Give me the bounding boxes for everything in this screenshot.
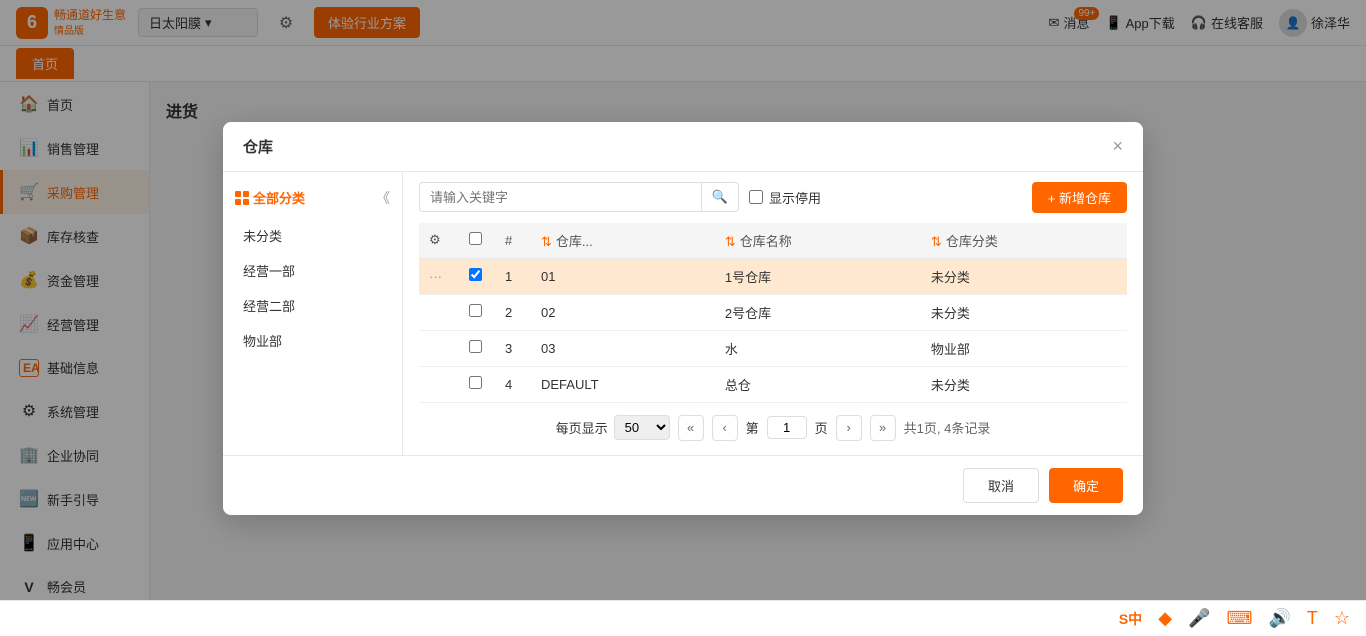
sougou-icon[interactable]: S中 [1119,609,1142,629]
search-input[interactable] [420,184,701,211]
table-header: ⚙ # ⇅仓库... ⇅仓库名称 ⇅仓库分类 [419,223,1127,259]
page-next-button[interactable]: › [836,415,862,441]
modal-body: 全部分类 《 未分类 经营一部 经营二部 物业部 🔍 [223,172,1143,455]
sort-code-icon: ⇅ [541,234,552,249]
modal-header: 仓库 × [223,122,1143,172]
row-num-4: 4 [495,366,531,402]
category-panel: 全部分类 《 未分类 经营一部 经营二部 物业部 [223,172,403,455]
speaker-icon[interactable]: 🔊 [1268,608,1290,629]
row-checkbox-2[interactable] [469,304,482,317]
th-gear: ⚙ [419,223,459,259]
modal-footer: 取消 确定 [223,455,1143,515]
row-category-3: 物业部 [921,330,1127,366]
warehouse-modal: 仓库 × 全部分类 《 未分类 经营一部 经营二部 物业 [223,122,1143,515]
sort-name-icon: ⇅ [725,234,736,249]
category-item-uncategorized[interactable]: 未分类 [223,218,402,253]
th-category: ⇅仓库分类 [921,223,1127,259]
row-name-4: 总仓 [715,366,921,402]
row-code-2: 02 [531,294,715,330]
category-item-property[interactable]: 物业部 [223,323,402,358]
th-code: ⇅仓库... [531,223,715,259]
page-unit: 页 [815,418,828,437]
page-number-input[interactable] [767,416,807,439]
row-category-1: 未分类 [921,258,1127,294]
modal-close-button[interactable]: × [1112,136,1123,157]
th-num: # [495,223,531,259]
cancel-button[interactable]: 取消 [963,468,1039,503]
page-label: 第 [746,418,759,437]
search-icon[interactable]: 🔍 [701,183,738,211]
table-row[interactable]: 3 03 水 物业部 [419,330,1127,366]
keyboard-icon[interactable]: ⌨ [1226,608,1252,629]
th-name: ⇅仓库名称 [715,223,921,259]
row-name-2: 2号仓库 [715,294,921,330]
show-disabled-label[interactable]: 显示停用 [749,188,821,207]
show-disabled-checkbox[interactable] [749,190,763,204]
row-name-3: 水 [715,330,921,366]
per-page-select[interactable]: 50 100 200 [614,415,670,440]
row-category-4: 未分类 [921,366,1127,402]
row-category-2: 未分类 [921,294,1127,330]
search-wrap: 🔍 [419,182,739,212]
row-num-2: 2 [495,294,531,330]
per-page-label: 每页显示 [556,418,608,437]
warehouse-content-panel: 🔍 显示停用 + 新增仓库 ⚙ # ⇅仓库. [403,172,1143,455]
grid-icon [235,191,249,205]
modal-overlay: 仓库 × 全部分类 《 未分类 经营一部 经营二部 物业 [0,0,1366,636]
mic-icon[interactable]: 🎤 [1188,608,1210,629]
row-code-4: DEFAULT [531,366,715,402]
category-panel-header: 全部分类 《 [223,182,402,218]
add-warehouse-button[interactable]: + 新增仓库 [1032,182,1127,213]
row-actions-4[interactable] [419,366,459,402]
row-checkbox-4[interactable] [469,376,482,389]
row-code-1: 01 [531,258,715,294]
warehouse-toolbar: 🔍 显示停用 + 新增仓库 [419,182,1127,213]
table-row[interactable]: ··· 1 01 1号仓库 未分类 [419,258,1127,294]
page-total-info: 共1页, 4条记录 [904,418,991,437]
table-body: ··· 1 01 1号仓库 未分类 2 02 2号仓库 [419,258,1127,402]
show-disabled-text: 显示停用 [769,188,821,207]
row-checkbox-1[interactable] [469,268,482,281]
row-name-1: 1号仓库 [715,258,921,294]
confirm-button[interactable]: 确定 [1049,468,1123,503]
row-checkbox-3[interactable] [469,340,482,353]
pagination: 每页显示 50 100 200 « ‹ 第 页 › » 共1页, 4条记录 [419,403,1127,445]
row-num-1: 1 [495,258,531,294]
row-actions-2[interactable] [419,294,459,330]
page-prev-button[interactable]: ‹ [712,415,738,441]
category-item-dept2[interactable]: 经营二部 [223,288,402,323]
row-num-3: 3 [495,330,531,366]
warehouse-table: ⚙ # ⇅仓库... ⇅仓库名称 ⇅仓库分类 ··· 1 [419,223,1127,403]
collapse-button[interactable]: 《 [376,188,390,208]
select-all-checkbox[interactable] [469,232,482,245]
th-check [459,223,495,259]
table-row[interactable]: 4 DEFAULT 总仓 未分类 [419,366,1127,402]
text-icon[interactable]: T [1307,608,1318,629]
modal-title: 仓库 [243,136,273,157]
category-item-dept1[interactable]: 经营一部 [223,253,402,288]
diamond-icon[interactable]: ◆ [1158,608,1172,629]
row-code-3: 03 [531,330,715,366]
star-icon[interactable]: ☆ [1334,608,1350,629]
all-category-label: 全部分类 [253,188,305,207]
all-category-button[interactable]: 全部分类 [235,188,305,207]
sort-category-icon: ⇅ [931,234,942,249]
page-last-button[interactable]: » [870,415,896,441]
row-actions-3[interactable] [419,330,459,366]
row-actions-1[interactable]: ··· [419,258,459,294]
bottom-bar: S中 ◆ 🎤 ⌨ 🔊 T ☆ [0,600,1366,636]
table-row[interactable]: 2 02 2号仓库 未分类 [419,294,1127,330]
per-page-area: 每页显示 50 100 200 [556,415,670,440]
page-first-button[interactable]: « [678,415,704,441]
